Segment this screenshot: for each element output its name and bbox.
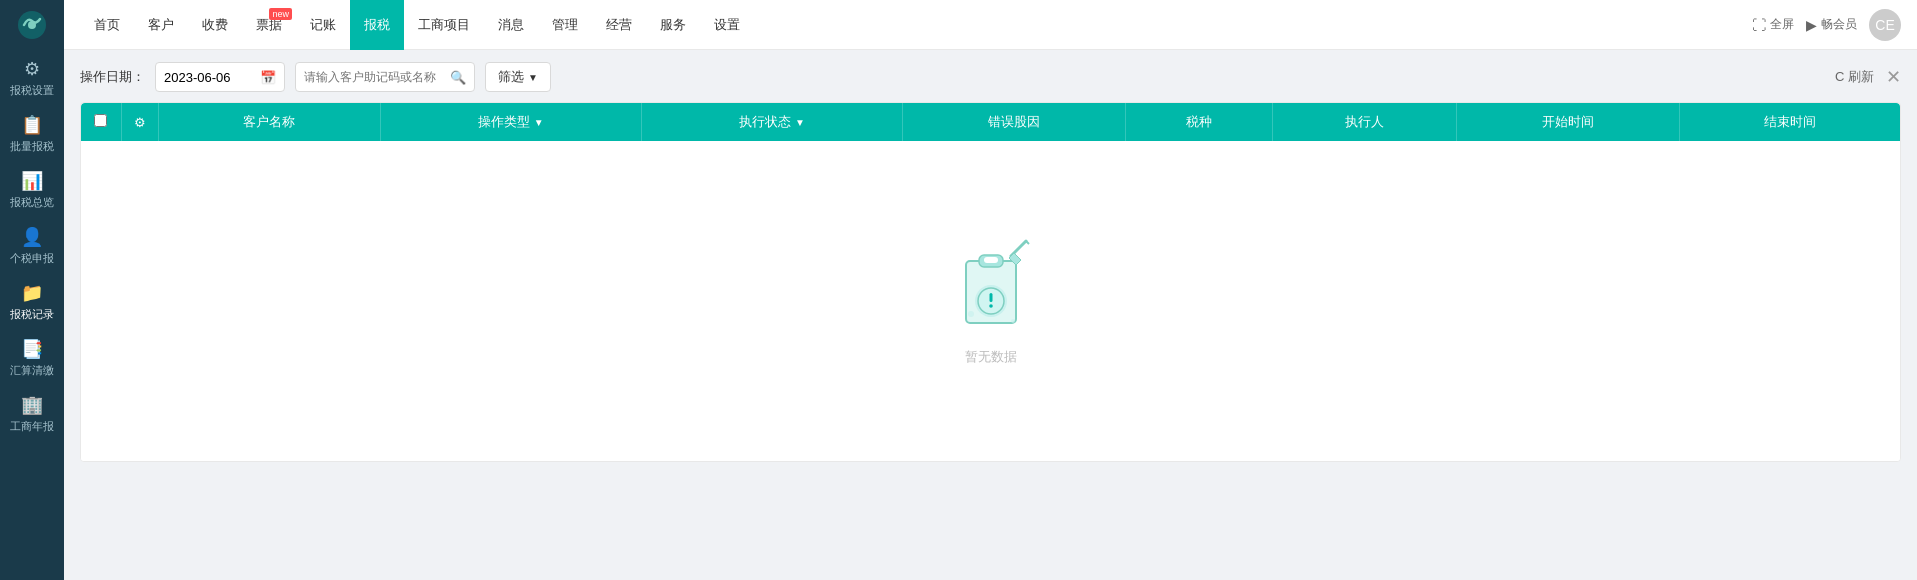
chevron-down-icon: ▼ bbox=[528, 72, 538, 83]
search-box[interactable]: 🔍 bbox=[295, 62, 475, 92]
calc-payment-icon: 📑 bbox=[21, 338, 43, 360]
table-header: ⚙ 客户名称 操作类型 ▼ 执行状态 ▼ bbox=[81, 103, 1900, 141]
nav-management[interactable]: 管理 bbox=[538, 0, 592, 50]
th-checkbox[interactable] bbox=[81, 103, 121, 141]
sort-icon: ▼ bbox=[534, 117, 544, 128]
sidebar-item-batch-tax[interactable]: 📋 批量报税 bbox=[0, 106, 64, 162]
fullscreen-icon: ⛶ bbox=[1752, 17, 1766, 33]
nav-items: 首页 客户 收费 票据 new 记账 报税 工商项目 消息 bbox=[80, 0, 1752, 50]
th-executor: 执行人 bbox=[1272, 103, 1457, 141]
filter-button[interactable]: 筛选 ▼ bbox=[485, 62, 551, 92]
nav-operations[interactable]: 经营 bbox=[592, 0, 646, 50]
empty-state: 暂无数据 bbox=[81, 141, 1900, 461]
nav-tickets[interactable]: 票据 new bbox=[242, 0, 296, 50]
sidebar-item-label: 报税总览 bbox=[10, 195, 54, 210]
fullscreen-button[interactable]: ⛶ 全屏 bbox=[1752, 16, 1794, 33]
sidebar-item-label: 批量报税 bbox=[10, 139, 54, 154]
member-icon: ▶ bbox=[1806, 17, 1817, 33]
main-wrapper: 首页 客户 收费 票据 new 记账 报税 工商项目 消息 bbox=[64, 0, 1917, 580]
top-nav: 首页 客户 收费 票据 new 记账 报税 工商项目 消息 bbox=[64, 0, 1917, 50]
sidebar-item-tax-settings[interactable]: ⚙ 报税设置 bbox=[0, 50, 64, 106]
toolbar: 操作日期： 📅 🔍 筛选 ▼ C 刷新 ✕ bbox=[80, 62, 1901, 92]
individual-tax-icon: 👤 bbox=[21, 226, 43, 248]
svg-rect-6 bbox=[984, 257, 998, 263]
sidebar-item-annual-report[interactable]: 🏢 工商年报 bbox=[0, 386, 64, 442]
search-input[interactable] bbox=[304, 70, 444, 84]
sidebar-item-label: 工商年报 bbox=[10, 419, 54, 434]
tax-settings-icon: ⚙ bbox=[24, 58, 40, 80]
annual-report-icon: 🏢 bbox=[21, 394, 43, 416]
date-input-field[interactable] bbox=[164, 70, 254, 85]
svg-point-12 bbox=[1011, 319, 1015, 323]
empty-illustration bbox=[951, 236, 1031, 336]
th-error-reason: 错误股因 bbox=[903, 103, 1125, 141]
nav-business[interactable]: 工商项目 bbox=[404, 0, 484, 50]
nav-messages[interactable]: 消息 bbox=[484, 0, 538, 50]
member-button[interactable]: ▶ 畅会员 bbox=[1806, 16, 1857, 33]
svg-point-10 bbox=[989, 304, 993, 308]
sort-icon: ▼ bbox=[795, 117, 805, 128]
page-content: 操作日期： 📅 🔍 筛选 ▼ C 刷新 ✕ bbox=[64, 50, 1917, 580]
svg-line-3 bbox=[1026, 241, 1029, 244]
nav-services[interactable]: 服务 bbox=[646, 0, 700, 50]
gear-icon: ⚙ bbox=[134, 115, 146, 130]
avatar[interactable]: CE bbox=[1869, 9, 1901, 41]
refresh-label: C 刷新 bbox=[1835, 68, 1874, 86]
th-exec-status[interactable]: 执行状态 ▼ bbox=[642, 103, 903, 141]
tax-records-icon: 📁 bbox=[21, 282, 43, 304]
tax-summary-icon: 📊 bbox=[21, 170, 43, 192]
nav-tax[interactable]: 报税 bbox=[350, 0, 404, 50]
th-end-time: 结束时间 bbox=[1679, 103, 1900, 141]
sidebar-item-tax-records[interactable]: 📁 报税记录 bbox=[0, 274, 64, 330]
nav-billing[interactable]: 收费 bbox=[188, 0, 242, 50]
sidebar-item-label: 汇算清缴 bbox=[10, 363, 54, 378]
select-all-checkbox[interactable] bbox=[94, 114, 107, 127]
sidebar-item-individual-tax[interactable]: 👤 个税申报 bbox=[0, 218, 64, 274]
sidebar-item-label: 报税记录 bbox=[10, 307, 54, 322]
nav-customers[interactable]: 客户 bbox=[134, 0, 188, 50]
empty-text: 暂无数据 bbox=[965, 348, 1017, 366]
data-table-container: ⚙ 客户名称 操作类型 ▼ 执行状态 ▼ bbox=[80, 102, 1901, 462]
sidebar-item-label: 报税设置 bbox=[10, 83, 54, 98]
th-tax-type: 税种 bbox=[1125, 103, 1272, 141]
batch-tax-icon: 📋 bbox=[21, 114, 43, 136]
date-picker[interactable]: 📅 bbox=[155, 62, 285, 92]
data-table: ⚙ 客户名称 操作类型 ▼ 执行状态 ▼ bbox=[81, 103, 1900, 141]
sidebar-item-tax-summary[interactable]: 📊 报税总览 bbox=[0, 162, 64, 218]
svg-point-11 bbox=[968, 311, 974, 317]
sidebar: ⚙ 报税设置 📋 批量报税 📊 报税总览 👤 个税申报 📁 报税记录 📑 汇算清… bbox=[0, 0, 64, 580]
top-nav-right: ⛶ 全屏 ▶ 畅会员 CE bbox=[1752, 9, 1901, 41]
nav-settings[interactable]: 设置 bbox=[700, 0, 754, 50]
search-icon: 🔍 bbox=[450, 70, 466, 85]
nav-accounting[interactable]: 记账 bbox=[296, 0, 350, 50]
sidebar-item-calc-payment[interactable]: 📑 汇算清缴 bbox=[0, 330, 64, 386]
refresh-button[interactable]: C 刷新 bbox=[1835, 68, 1874, 86]
th-start-time: 开始时间 bbox=[1457, 103, 1679, 141]
svg-point-1 bbox=[28, 21, 36, 29]
sidebar-item-label: 个税申报 bbox=[10, 251, 54, 266]
app-logo[interactable] bbox=[0, 0, 64, 50]
close-button[interactable]: ✕ bbox=[1886, 68, 1901, 86]
filter-label: 筛选 bbox=[498, 68, 524, 86]
th-gear[interactable]: ⚙ bbox=[121, 103, 158, 141]
new-badge: new bbox=[269, 8, 292, 20]
th-operation-type[interactable]: 操作类型 ▼ bbox=[380, 103, 641, 141]
svg-rect-9 bbox=[989, 293, 992, 302]
toolbar-right: C 刷新 ✕ bbox=[1835, 68, 1901, 86]
nav-home[interactable]: 首页 bbox=[80, 0, 134, 50]
date-label: 操作日期： bbox=[80, 68, 145, 86]
calendar-icon: 📅 bbox=[260, 70, 276, 85]
th-customer-name: 客户名称 bbox=[158, 103, 380, 141]
